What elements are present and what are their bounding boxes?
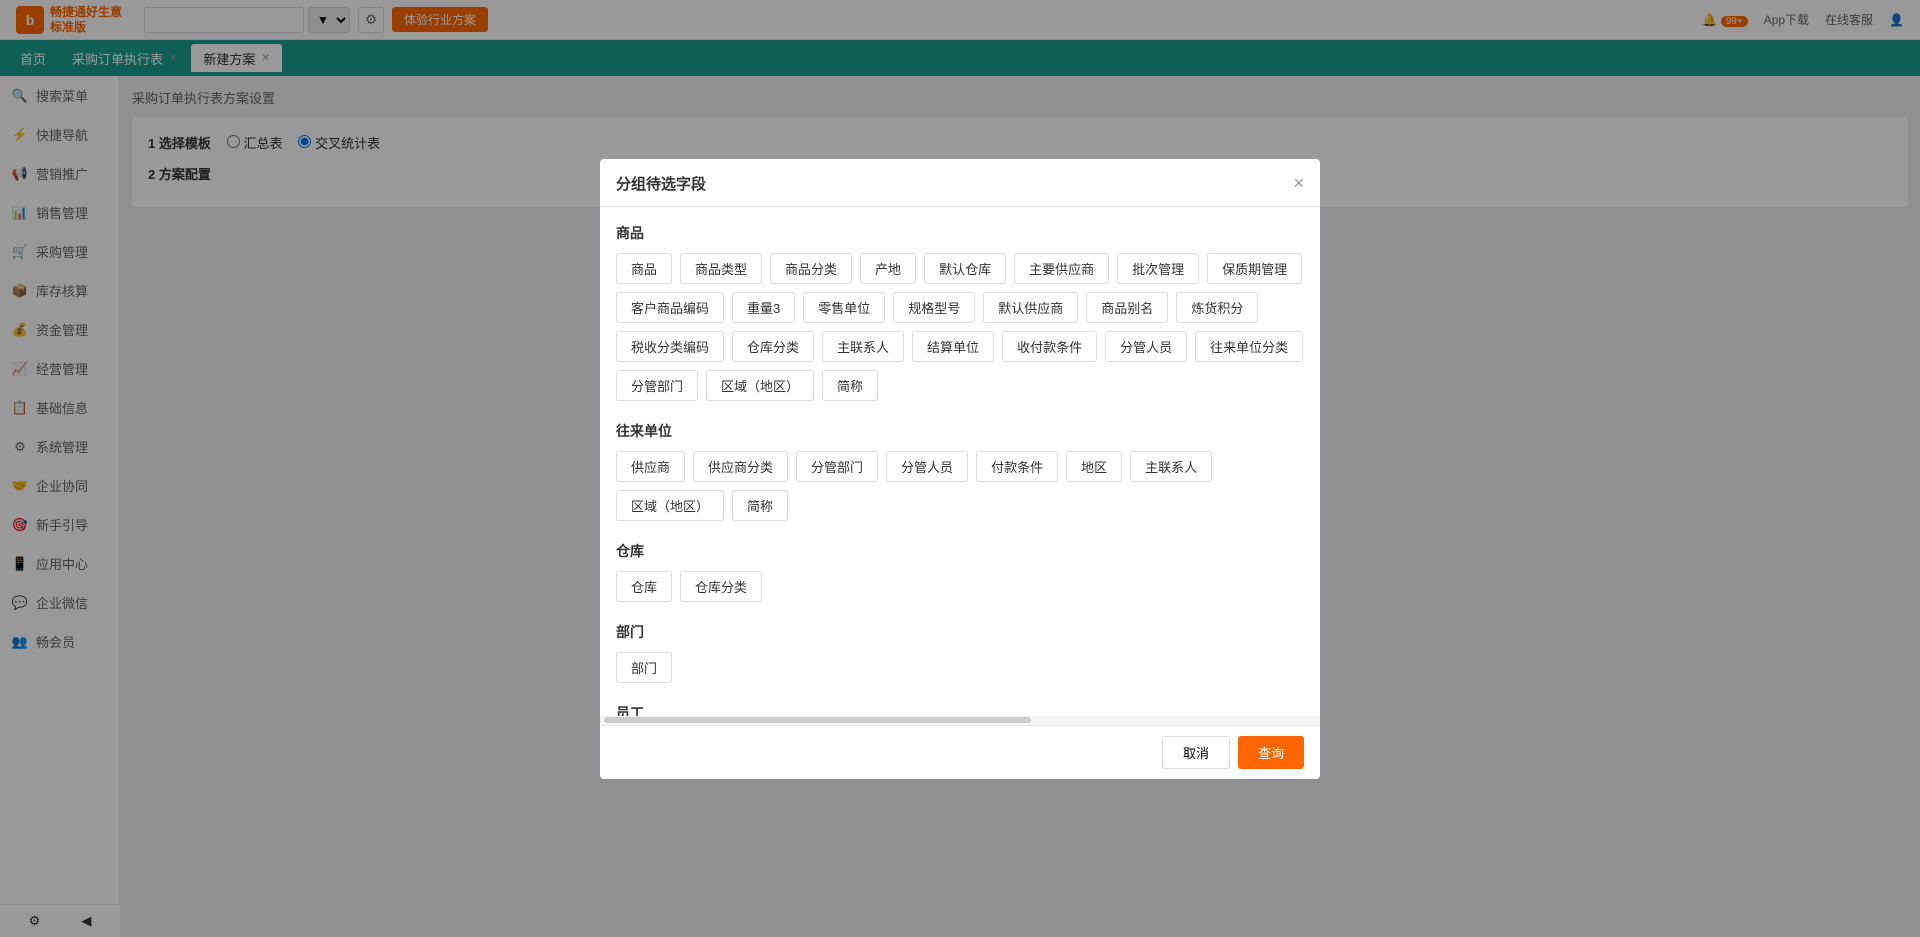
section-title-staff: 员工 bbox=[616, 703, 1304, 717]
field-tag-付款条件[interactable]: 付款条件 bbox=[976, 451, 1058, 482]
section-title-department: 部门 bbox=[616, 622, 1304, 642]
field-tags-partners: 供应商供应商分类分管部门分管人员付款条件地区主联系人区域（地区） 简称 bbox=[616, 451, 1304, 521]
field-tags-department: 部门 bbox=[616, 652, 1304, 683]
field-tag-默认仓库[interactable]: 默认仓库 bbox=[924, 253, 1006, 284]
field-tag-规格型号[interactable]: 规格型号 bbox=[893, 292, 975, 323]
field-tag-商品[interactable]: 商品 bbox=[616, 253, 672, 284]
field-tag-批次管理[interactable]: 批次管理 bbox=[1117, 253, 1199, 284]
field-tag-简称[interactable]: 简称 bbox=[822, 370, 878, 401]
field-tag-仓库分类[interactable]: 仓库分类 bbox=[680, 571, 762, 602]
section-staff: 员工业务员 bbox=[616, 703, 1304, 717]
section-title-goods: 商品 bbox=[616, 223, 1304, 243]
field-tag-分管人员[interactable]: 分管人员 bbox=[1105, 331, 1187, 362]
modal-close-button[interactable]: × bbox=[1293, 173, 1304, 194]
modal-footer: 取消 查询 bbox=[600, 725, 1320, 779]
field-tag-炼货积分[interactable]: 炼货积分 bbox=[1176, 292, 1258, 323]
field-tag-分管部门[interactable]: 分管部门 bbox=[796, 451, 878, 482]
field-tag-收付款条件[interactable]: 收付款条件 bbox=[1002, 331, 1097, 362]
field-tag-税收分类编码[interactable]: 税收分类编码 bbox=[616, 331, 724, 362]
modal-header: 分组待选字段 × bbox=[600, 159, 1320, 207]
modal-dialog: 分组待选字段 × 商品商品商品类型商品分类产地默认仓库主要供应商批次管理保质期管… bbox=[600, 159, 1320, 779]
modal-title: 分组待选字段 bbox=[616, 173, 706, 194]
field-tag-区域（地区）[interactable]: 区域（地区） bbox=[616, 490, 724, 521]
field-tag-默认供应商[interactable]: 默认供应商 bbox=[983, 292, 1078, 323]
field-tag-产地[interactable]: 产地 bbox=[860, 253, 916, 284]
field-tag-往来单位分类[interactable]: 往来单位分类 bbox=[1195, 331, 1303, 362]
modal-body: 商品商品商品类型商品分类产地默认仓库主要供应商批次管理保质期管理客户商品编码重量… bbox=[600, 207, 1320, 717]
section-title-warehouse: 仓库 bbox=[616, 541, 1304, 561]
field-tag-供应商[interactable]: 供应商 bbox=[616, 451, 685, 482]
section-partners: 往来单位供应商供应商分类分管部门分管人员付款条件地区主联系人区域（地区） 简称 bbox=[616, 421, 1304, 521]
modal-overlay: 分组待选字段 × 商品商品商品类型商品分类产地默认仓库主要供应商批次管理保质期管… bbox=[0, 0, 1920, 937]
field-tags-goods: 商品商品类型商品分类产地默认仓库主要供应商批次管理保质期管理客户商品编码重量3 零… bbox=[616, 253, 1304, 401]
section-department: 部门部门 bbox=[616, 622, 1304, 683]
field-tag-商品别名[interactable]: 商品别名 bbox=[1086, 292, 1168, 323]
field-tag-重量3[interactable]: 重量3 bbox=[732, 292, 795, 323]
section-warehouse: 仓库仓库仓库分类 bbox=[616, 541, 1304, 602]
section-goods: 商品商品商品类型商品分类产地默认仓库主要供应商批次管理保质期管理客户商品编码重量… bbox=[616, 223, 1304, 401]
field-tag-仓库[interactable]: 仓库 bbox=[616, 571, 672, 602]
field-tag-区域（地区）[interactable]: 区域（地区） bbox=[706, 370, 814, 401]
field-tag-客户商品编码[interactable]: 客户商品编码 bbox=[616, 292, 724, 323]
modal-horizontal-scrollbar[interactable] bbox=[600, 716, 1320, 724]
field-tag-零售单位[interactable]: 零售单位 bbox=[803, 292, 885, 323]
field-tag-主联系人[interactable]: 主联系人 bbox=[822, 331, 904, 362]
field-tag-仓库分类[interactable]: 仓库分类 bbox=[732, 331, 814, 362]
section-title-partners: 往来单位 bbox=[616, 421, 1304, 441]
cancel-button[interactable]: 取消 bbox=[1162, 736, 1230, 769]
field-tag-保质期管理[interactable]: 保质期管理 bbox=[1207, 253, 1302, 284]
field-tag-商品分类[interactable]: 商品分类 bbox=[770, 253, 852, 284]
field-tag-商品类型[interactable]: 商品类型 bbox=[680, 253, 762, 284]
confirm-button[interactable]: 查询 bbox=[1238, 736, 1304, 769]
field-tag-供应商分类[interactable]: 供应商分类 bbox=[693, 451, 788, 482]
field-tag-主联系人[interactable]: 主联系人 bbox=[1130, 451, 1212, 482]
field-tag-分管人员[interactable]: 分管人员 bbox=[886, 451, 968, 482]
field-tag-部门[interactable]: 部门 bbox=[616, 652, 672, 683]
field-tag-主要供应商[interactable]: 主要供应商 bbox=[1014, 253, 1109, 284]
field-tags-warehouse: 仓库仓库分类 bbox=[616, 571, 1304, 602]
field-tag-分管部门[interactable]: 分管部门 bbox=[616, 370, 698, 401]
field-tag-简称[interactable]: 简称 bbox=[732, 490, 788, 521]
field-tag-地区[interactable]: 地区 bbox=[1066, 451, 1122, 482]
field-tag-结算单位[interactable]: 结算单位 bbox=[912, 331, 994, 362]
